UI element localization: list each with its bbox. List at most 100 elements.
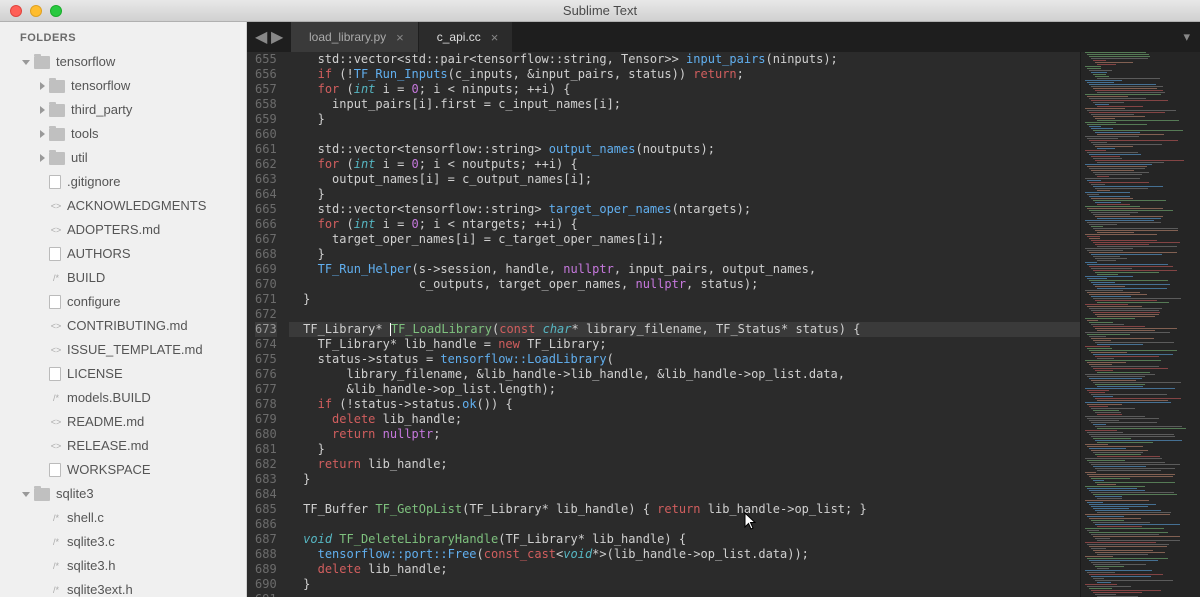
line-number: 678 (255, 397, 277, 412)
file-icon (49, 295, 61, 309)
filetype-icon: <> (49, 436, 63, 456)
tab-close-icon[interactable]: × (491, 30, 499, 45)
minimap[interactable] (1080, 52, 1200, 597)
folder-icon (49, 80, 65, 93)
line-number: 663 (255, 172, 277, 187)
folder-icon (34, 488, 50, 501)
code-line[interactable]: tensorflow::port::Free(const_cast<void*>… (289, 547, 1080, 562)
line-number: 673 (255, 322, 277, 337)
line-number-gutter: 6556566576586596606616626636646656666676… (247, 52, 289, 597)
tree-item-label: sqlite3ext.h (67, 580, 133, 597)
code-line[interactable]: c_outputs, target_oper_names, nullptr, s… (289, 277, 1080, 292)
tree-item-label: tensorflow (71, 76, 130, 96)
folder-item[interactable]: third_party (0, 98, 246, 122)
file-item[interactable]: <>ADOPTERS.md (0, 218, 246, 242)
folder-item[interactable]: sqlite3 (0, 482, 246, 506)
code-line[interactable]: status->status = tensorflow::LoadLibrary… (289, 352, 1080, 367)
code-editor[interactable]: std::vector<std::pair<tensorflow::string… (289, 52, 1080, 597)
zoom-window-icon[interactable] (50, 5, 62, 17)
code-line[interactable]: if (!status->status.ok()) { (289, 397, 1080, 412)
code-line[interactable]: } (289, 112, 1080, 127)
code-line[interactable]: for (int i = 0; i < ntargets; ++i) { (289, 217, 1080, 232)
tab-close-icon[interactable]: × (396, 30, 404, 45)
code-line[interactable]: } (289, 292, 1080, 307)
file-icon (49, 367, 61, 381)
tab-c_api-cc[interactable]: c_api.cc× (419, 22, 514, 52)
tree-item-label: shell.c (67, 508, 104, 528)
code-line[interactable]: std::vector<std::pair<tensorflow::string… (289, 52, 1080, 67)
code-line[interactable] (289, 307, 1080, 322)
tree-item-label: ADOPTERS.md (67, 220, 160, 240)
file-item[interactable]: WORKSPACE (0, 458, 246, 482)
code-line[interactable]: &lib_handle->op_list.length); (289, 382, 1080, 397)
line-number: 682 (255, 457, 277, 472)
line-number: 691 (255, 592, 277, 597)
tree-item-label: configure (67, 292, 120, 312)
line-number: 667 (255, 232, 277, 247)
code-line[interactable]: for (int i = 0; i < ninputs; ++i) { (289, 82, 1080, 97)
code-line[interactable]: delete lib_handle; (289, 562, 1080, 577)
nav-back-icon[interactable]: ◀ (255, 27, 267, 47)
folder-item[interactable]: tensorflow (0, 50, 246, 74)
minimize-window-icon[interactable] (30, 5, 42, 17)
code-line[interactable] (289, 517, 1080, 532)
file-item[interactable]: configure (0, 290, 246, 314)
folder-icon (49, 152, 65, 165)
code-line[interactable]: void TF_DeleteLibraryHandle(TF_Library* … (289, 532, 1080, 547)
code-line[interactable]: } (289, 577, 1080, 592)
code-line[interactable]: input_pairs[i].first = c_input_names[i]; (289, 97, 1080, 112)
folder-item[interactable]: tools (0, 122, 246, 146)
tree-item-label: WORKSPACE (67, 460, 151, 480)
close-window-icon[interactable] (10, 5, 22, 17)
code-line[interactable] (289, 127, 1080, 142)
code-line[interactable]: } (289, 187, 1080, 202)
code-line[interactable]: TF_Buffer TF_GetOpList(TF_Library* lib_h… (289, 502, 1080, 517)
code-line[interactable]: } (289, 442, 1080, 457)
code-line[interactable]: return nullptr; (289, 427, 1080, 442)
code-line[interactable]: output_names[i] = c_output_names[i]; (289, 172, 1080, 187)
file-item[interactable]: /*BUILD (0, 266, 246, 290)
tree-item-label: sqlite3.c (67, 532, 115, 552)
file-item[interactable]: <>ISSUE_TEMPLATE.md (0, 338, 246, 362)
folder-item[interactable]: tensorflow (0, 74, 246, 98)
code-line[interactable]: std::vector<tensorflow::string> target_o… (289, 202, 1080, 217)
editor-area: ◀ ▶ load_library.py×c_api.cc× ▾ 65565665… (247, 22, 1200, 597)
code-line[interactable] (289, 487, 1080, 502)
code-line[interactable] (289, 592, 1080, 597)
line-number: 684 (255, 487, 277, 502)
code-line[interactable]: delete lib_handle; (289, 412, 1080, 427)
code-line[interactable]: library_filename, &lib_handle->lib_handl… (289, 367, 1080, 382)
code-line[interactable]: TF_Run_Helper(s->session, handle, nullpt… (289, 262, 1080, 277)
code-line[interactable]: target_oper_names[i] = c_target_oper_nam… (289, 232, 1080, 247)
tab-load_library-py[interactable]: load_library.py× (291, 22, 419, 52)
file-icon (49, 175, 61, 189)
file-item[interactable]: /*sqlite3ext.h (0, 578, 246, 597)
disclosure-right-icon (40, 106, 45, 114)
code-line[interactable]: return lib_handle; (289, 457, 1080, 472)
code-line[interactable]: if (!TF_Run_Inputs(c_inputs, &input_pair… (289, 67, 1080, 82)
filetype-icon: /* (49, 556, 63, 576)
code-line[interactable]: } (289, 247, 1080, 262)
tree-item-label: README.md (67, 412, 144, 432)
file-item[interactable]: AUTHORS (0, 242, 246, 266)
code-line[interactable]: TF_Library* lib_handle = new TF_Library; (289, 337, 1080, 352)
file-item[interactable]: /*sqlite3.h (0, 554, 246, 578)
code-line[interactable]: } (289, 472, 1080, 487)
file-item[interactable]: .gitignore (0, 170, 246, 194)
file-item[interactable]: <>CONTRIBUTING.md (0, 314, 246, 338)
file-item[interactable]: /*models.BUILD (0, 386, 246, 410)
code-line[interactable]: TF_Library* TF_LoadLibrary(const char* l… (289, 322, 1080, 337)
file-item[interactable]: /*shell.c (0, 506, 246, 530)
folder-item[interactable]: util (0, 146, 246, 170)
code-line[interactable]: for (int i = 0; i < noutputs; ++i) { (289, 157, 1080, 172)
line-number: 683 (255, 472, 277, 487)
tabbar-menu-icon[interactable]: ▾ (1173, 22, 1200, 52)
line-number: 687 (255, 532, 277, 547)
file-item[interactable]: <>README.md (0, 410, 246, 434)
code-line[interactable]: std::vector<tensorflow::string> output_n… (289, 142, 1080, 157)
nav-forward-icon[interactable]: ▶ (271, 27, 283, 47)
file-item[interactable]: <>RELEASE.md (0, 434, 246, 458)
file-item[interactable]: <>ACKNOWLEDGMENTS (0, 194, 246, 218)
file-item[interactable]: /*sqlite3.c (0, 530, 246, 554)
file-item[interactable]: LICENSE (0, 362, 246, 386)
